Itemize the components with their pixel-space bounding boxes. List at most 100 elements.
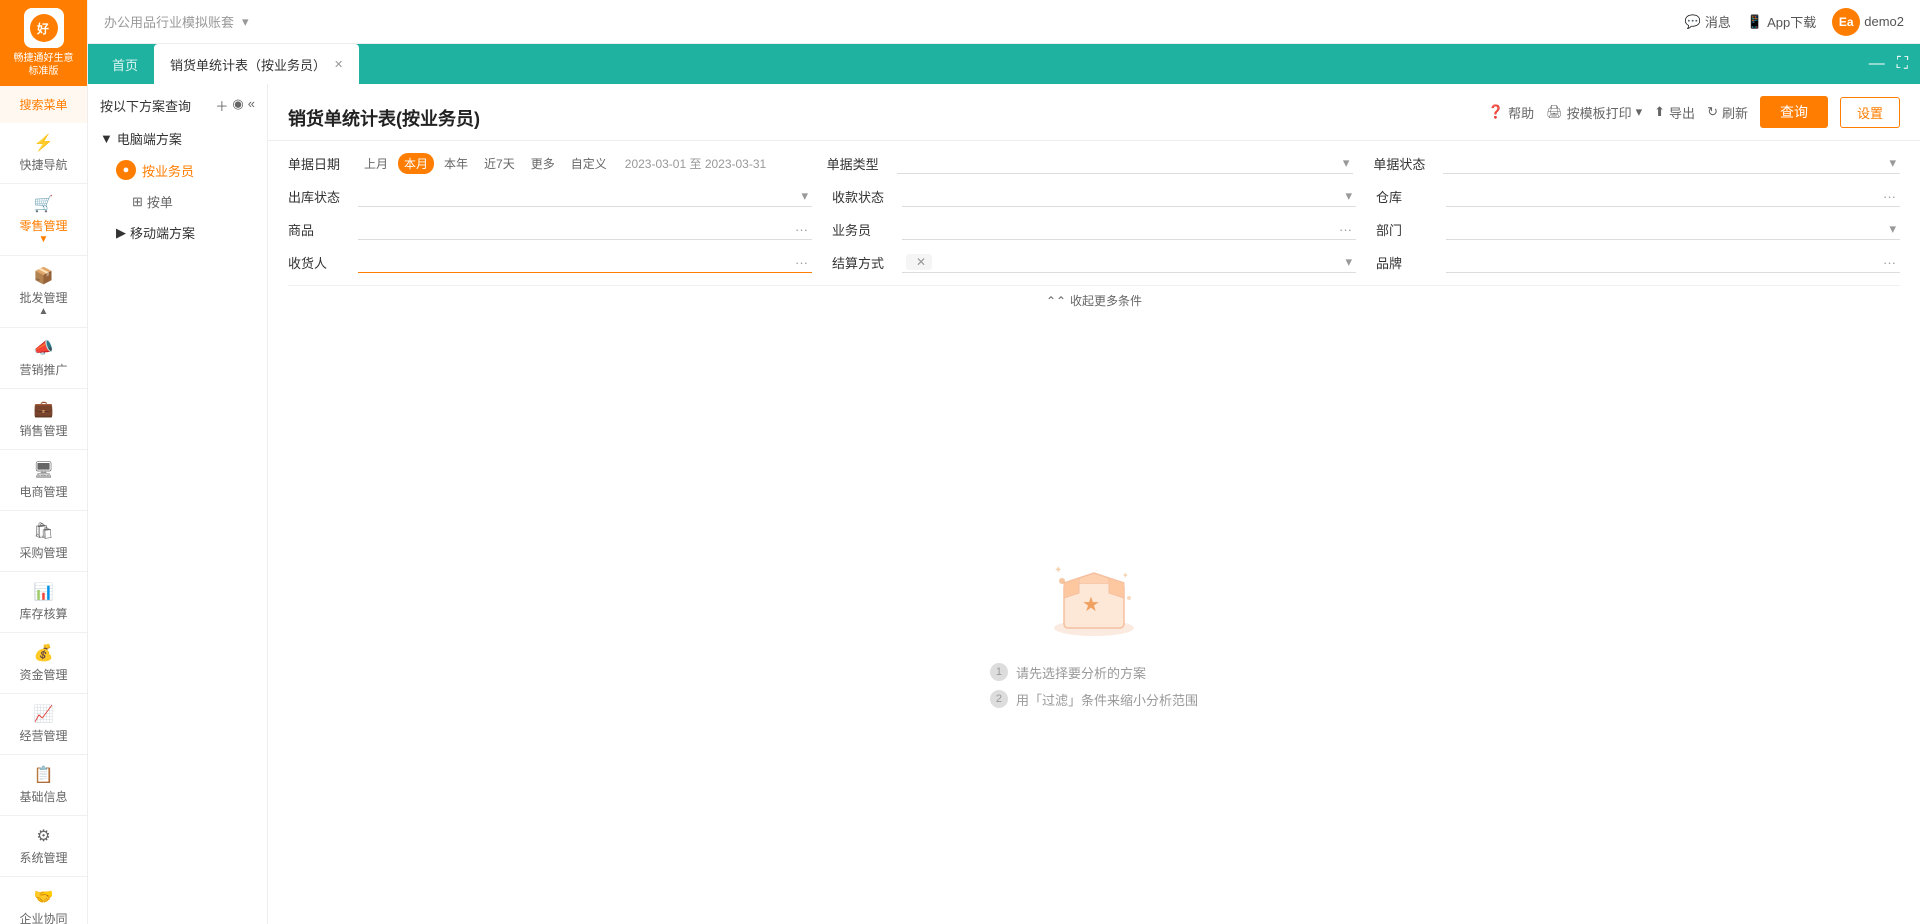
settlement-dropdown-icon[interactable]: ▾ <box>1345 254 1352 270</box>
tab-home-label: 首页 <box>112 55 138 74</box>
salesperson-dot: ● <box>116 160 136 180</box>
sidebar-item-enterprise[interactable]: 🤝 企业协同 <box>0 877 87 924</box>
receiver-control[interactable]: ··· <box>358 253 812 273</box>
sidebar-item-operation[interactable]: 📈 经营管理 <box>0 694 87 755</box>
operation-icon: 📈 <box>34 704 54 724</box>
empty-illustration: ★ ✦ ✦ <box>1034 543 1154 643</box>
sidebar-item-wholesale[interactable]: 📦 批发管理 ▲ <box>0 256 87 328</box>
search-menu[interactable]: 搜索菜单 <box>0 86 87 123</box>
sales-label: 销售管理 <box>19 422 67 439</box>
wholesale-icon: 📦 <box>34 266 54 286</box>
export-button[interactable]: ⬆ 导出 <box>1654 103 1695 122</box>
goods-control[interactable]: ··· <box>358 220 812 240</box>
scheme-by-salesperson[interactable]: ● 按业务员 <box>88 154 267 186</box>
sidebar-item-marketing[interactable]: 📣 营销推广 <box>0 328 87 389</box>
brand-control[interactable]: ··· <box>1446 253 1900 273</box>
wholesale-arrow: ▲ <box>39 306 49 317</box>
sidebar-item-quick-nav[interactable]: ⚡ 快捷导航 <box>0 123 87 184</box>
avatar: Ea <box>1832 8 1860 36</box>
date-tab-this-month[interactable]: 本月 <box>398 153 434 174</box>
outstock-dropdown-icon[interactable]: ▾ <box>801 188 808 204</box>
tab-minimize-icon[interactable]: — <box>1865 51 1889 77</box>
salesperson-control[interactable]: ··· <box>902 220 1356 240</box>
goods-dots[interactable]: ··· <box>795 222 808 237</box>
filter-row-4: 收货人 ··· 结算方式 ✕ ▾ 品牌 <box>288 252 1900 273</box>
desktop-scheme-parent[interactable]: ▼ 电脑端方案 <box>88 123 267 154</box>
filter-row-2: 出库状态 ▾ 收款状态 ▾ 仓库 ··· <box>288 186 1900 207</box>
outstock-label: 出库状态 <box>288 187 358 206</box>
message-icon: 💬 <box>1685 14 1701 30</box>
quick-nav-icon: ⚡ <box>34 133 54 153</box>
desktop-scheme-toggle: ▼ <box>100 131 113 146</box>
outstock-control[interactable]: ▾ <box>358 186 812 207</box>
sidebar-item-purchase[interactable]: 🛍 采购管理 <box>0 511 87 572</box>
settlement-tag-clear[interactable]: ✕ <box>916 255 926 269</box>
sidebar-item-system[interactable]: ⚙ 系统管理 <box>0 816 87 877</box>
scheme-by-order[interactable]: ⊞ 按单 <box>88 186 267 217</box>
brand-dropdown-icon[interactable]: ▾ <box>242 14 249 30</box>
sidebar-item-retail[interactable]: 🛒 零售管理 ▼ <box>0 184 87 256</box>
print-button[interactable]: 🖨 按模板打印 ▾ <box>1546 103 1642 122</box>
user-avatar-area[interactable]: Ea demo2 <box>1832 8 1904 36</box>
warehouse-dots[interactable]: ··· <box>1883 189 1896 204</box>
sidebar-item-basic[interactable]: 📋 基础信息 <box>0 755 87 816</box>
date-tab-this-year[interactable]: 本年 <box>438 153 474 174</box>
date-tab-7days[interactable]: 近7天 <box>478 153 521 174</box>
tab-sales-report[interactable]: 销货单统计表（按业务员） ✕ <box>154 44 359 84</box>
app-download-button[interactable]: 📱 App下载 <box>1747 12 1816 31</box>
settings-scheme-icon[interactable]: ◉ <box>232 96 243 115</box>
desktop-scheme-label: 电脑端方案 <box>117 129 182 148</box>
add-scheme-icon[interactable]: ＋ <box>215 96 228 115</box>
date-tab-more[interactable]: 更多 <box>525 153 561 174</box>
sidebar-item-finance[interactable]: 💰 资金管理 <box>0 633 87 694</box>
message-button[interactable]: 💬 消息 <box>1685 12 1731 31</box>
logo-title: 畅捷通好生意标准版 <box>14 52 74 78</box>
marketing-icon: 📣 <box>34 338 54 358</box>
dept-control[interactable]: ▾ <box>1446 219 1900 240</box>
collapse-button[interactable]: ⌃⌃ 收起更多条件 <box>288 285 1900 315</box>
order-label: 按单 <box>147 192 173 211</box>
quick-nav-label: 快捷导航 <box>19 156 67 173</box>
top-bar-right: 💬 消息 📱 App下载 Ea demo2 <box>1685 8 1904 36</box>
date-label: 单据日期 <box>288 154 358 173</box>
date-tab-custom[interactable]: 自定义 <box>565 153 613 174</box>
page-header: 销货单统计表(按业务员) ❓ 帮助 🖨 按模板打印 ▾ ⬆ 导出 <box>268 84 1920 141</box>
sidebar-item-ecommerce[interactable]: 🖥 电商管理 <box>0 450 87 511</box>
purchase-label: 采购管理 <box>19 544 67 561</box>
tab-maximize-icon[interactable]: ⛶ <box>1893 51 1912 77</box>
doc-type-dropdown-icon[interactable]: ▾ <box>1343 155 1350 171</box>
sidebar-item-sales[interactable]: 💼 销售管理 <box>0 389 87 450</box>
desktop-scheme-group: ▼ 电脑端方案 ● 按业务员 ⊞ 按单 <box>88 123 267 217</box>
brand-dots[interactable]: ··· <box>1883 255 1896 270</box>
filter-row-1: 单据日期 上月 本月 本年 近7天 更多 自定义 2023-03-01 至 20… <box>288 153 1900 174</box>
right-content: 销货单统计表(按业务员) ❓ 帮助 🖨 按模板打印 ▾ ⬆ 导出 <box>268 84 1920 924</box>
doc-type-control[interactable]: ▾ <box>897 153 1354 174</box>
dept-label: 部门 <box>1376 220 1446 239</box>
tab-bar-actions: — ⛶ <box>1865 51 1920 77</box>
retail-arrow: ▼ <box>39 234 49 245</box>
tab-home[interactable]: 首页 <box>96 44 154 84</box>
help-button[interactable]: ❓ 帮助 <box>1488 103 1534 122</box>
payment-dropdown-icon[interactable]: ▾ <box>1345 188 1352 204</box>
salesperson-dots[interactable]: ··· <box>1339 222 1352 237</box>
collapse-panel-icon[interactable]: « <box>248 96 255 115</box>
query-button[interactable]: 查询 <box>1760 96 1828 128</box>
basic-icon: 📋 <box>34 765 54 785</box>
sidebar-item-inventory[interactable]: 📊 库存核算 <box>0 572 87 633</box>
date-tab-last-month[interactable]: 上月 <box>358 153 394 174</box>
left-panel-header: 按以下方案查询 ＋ ◉ « <box>88 96 267 123</box>
refresh-button[interactable]: ↻ 刷新 <box>1707 103 1748 122</box>
tab-close-button[interactable]: ✕ <box>334 58 343 71</box>
warehouse-label: 仓库 <box>1376 187 1446 206</box>
content-area: 按以下方案查询 ＋ ◉ « ▼ 电脑端方案 ● 按业务员 ⊞ 按 <box>88 84 1920 924</box>
settings-button[interactable]: 设置 <box>1840 97 1900 128</box>
receiver-dots[interactable]: ··· <box>795 255 808 270</box>
top-bar-left: 办公用品行业模拟账套 ▾ <box>104 12 249 31</box>
doc-status-dropdown-icon[interactable]: ▾ <box>1889 155 1896 171</box>
dept-dropdown-icon[interactable]: ▾ <box>1889 221 1896 237</box>
mobile-scheme-parent[interactable]: ▶ 移动端方案 <box>88 217 267 248</box>
doc-status-control[interactable]: ▾ <box>1443 153 1900 174</box>
warehouse-control[interactable]: ··· <box>1446 187 1900 207</box>
payment-control[interactable]: ▾ <box>902 186 1356 207</box>
sales-icon: 💼 <box>34 399 54 419</box>
